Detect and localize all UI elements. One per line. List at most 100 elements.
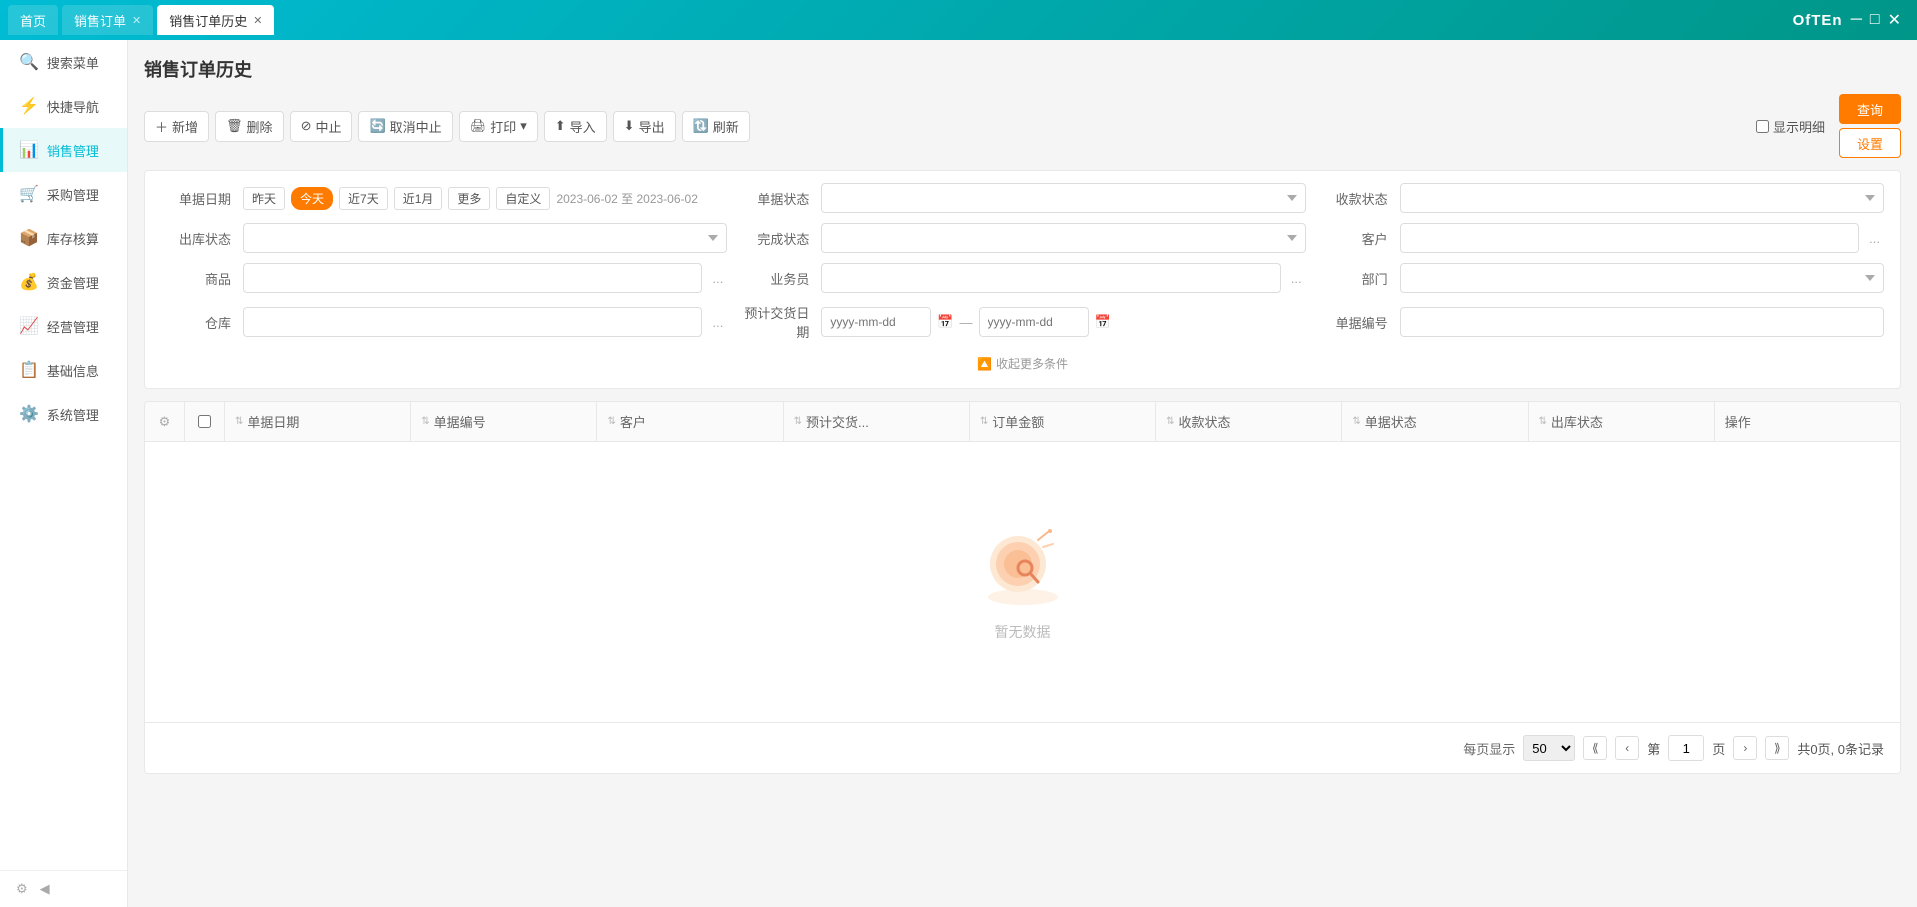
last-page-btn[interactable]: ⟫: [1765, 736, 1789, 760]
tab-home[interactable]: 首页: [8, 5, 58, 35]
th-payment-status[interactable]: ⇅ 收款状态: [1156, 402, 1342, 441]
select-all-checkbox[interactable]: [198, 415, 211, 428]
salesperson-input[interactable]: [821, 263, 1280, 293]
filter-row-1: 单据日期 昨天 今天 近7天 近1月 更多 自定义 2023-06-02 至 2…: [161, 183, 1884, 213]
cancel-stop-button[interactable]: 🔄 取消中止: [358, 111, 452, 142]
bill-no-input[interactable]: [1400, 307, 1884, 337]
salesperson-ellipsis[interactable]: ...: [1287, 271, 1306, 286]
product-filter-label: 商品: [161, 269, 231, 288]
table-settings-btn[interactable]: ⚙: [145, 402, 185, 441]
sidebar-item-system-mgmt-label: 系统管理: [47, 405, 99, 424]
th-bill-sort-icon: ⇅: [1352, 416, 1360, 427]
add-button[interactable]: ＋ 新增: [144, 111, 209, 142]
tab-sales-order-close[interactable]: ✕: [132, 14, 141, 27]
warehouse-status-select[interactable]: [243, 223, 727, 253]
sidebar-collapse-icon[interactable]: ◀: [40, 881, 50, 897]
calendar-to-icon[interactable]: 📅: [1095, 314, 1111, 330]
collapse-filter-btn[interactable]: 🔼 收起更多条件: [161, 351, 1884, 376]
th-operation: 操作: [1715, 402, 1900, 441]
query-button[interactable]: 查询: [1839, 94, 1901, 124]
th-bill-date[interactable]: ⇅ 单据日期: [225, 402, 411, 441]
setting-button[interactable]: 设置: [1839, 128, 1901, 158]
tab-home-label: 首页: [20, 11, 46, 30]
sidebar-item-ops-mgmt[interactable]: 📈 经营管理: [0, 304, 127, 348]
th-warehouse-status[interactable]: ⇅ 出库状态: [1529, 402, 1715, 441]
delivery-date-to[interactable]: [979, 307, 1089, 337]
cancel-stop-label: 取消中止: [390, 117, 442, 136]
date-btn-today[interactable]: 今天: [291, 187, 333, 210]
sidebar-item-finance[interactable]: 💰 资金管理: [0, 260, 127, 304]
tab-sales-history-close[interactable]: ✕: [253, 14, 262, 27]
export-button[interactable]: ⬇ 导出: [613, 111, 676, 142]
sidebar-item-search-menu[interactable]: 🔍 搜索菜单: [0, 40, 127, 84]
page-word: 第: [1647, 739, 1660, 758]
calendar-from-icon[interactable]: 📅: [937, 314, 953, 330]
date-btn-last1m[interactable]: 近1月: [394, 187, 443, 210]
sidebar-item-sales-mgmt[interactable]: 📊 销售管理: [0, 128, 127, 172]
bill-status-select[interactable]: [821, 183, 1305, 213]
filter-row-3: 商品 ... 业务员 ... 部门: [161, 263, 1884, 293]
th-bill-no-label: 单据编号: [434, 412, 486, 431]
complete-status-select[interactable]: [821, 223, 1305, 253]
print-icon: 🖨: [470, 118, 487, 134]
system-mgmt-icon: ⚙️: [19, 404, 39, 424]
customer-input[interactable]: [1400, 223, 1859, 253]
date-btn-custom[interactable]: 自定义: [496, 187, 550, 210]
date-btn-last7[interactable]: 近7天: [339, 187, 388, 210]
sidebar-item-search-menu-label: 搜索菜单: [47, 53, 99, 72]
th-delivery-date[interactable]: ⇅ 预计交货...: [784, 402, 970, 441]
prev-page-btn[interactable]: ‹: [1615, 736, 1639, 760]
sidebar-item-basic-info[interactable]: 📋 基础信息: [0, 348, 127, 392]
payment-status-select[interactable]: [1400, 183, 1884, 213]
window-minimize-icon[interactable]: ─: [1851, 11, 1862, 29]
warehouse-ellipsis[interactable]: ...: [708, 315, 727, 330]
delivery-date-from[interactable]: [821, 307, 931, 337]
window-close-icon[interactable]: ✕: [1888, 10, 1901, 30]
brand-text: OfTEn: [1793, 12, 1843, 29]
product-ellipsis[interactable]: ...: [708, 271, 727, 286]
product-input[interactable]: [243, 263, 702, 293]
print-button[interactable]: 🖨 打印 ▾: [459, 111, 538, 142]
date-btn-yesterday[interactable]: 昨天: [243, 187, 285, 210]
per-page-select[interactable]: 20 50 100: [1523, 735, 1575, 761]
show-details-checkbox[interactable]: [1756, 120, 1769, 133]
refresh-button[interactable]: 🔃 刷新: [682, 111, 750, 142]
date-filter-control: 昨天 今天 近7天 近1月 更多 自定义 2023-06-02 至 2023-0…: [243, 187, 727, 210]
th-order-amount[interactable]: ⇅ 订单金额: [970, 402, 1156, 441]
stop-button[interactable]: ⊘ 中止: [290, 111, 353, 142]
table-select-all[interactable]: [185, 402, 225, 441]
import-button[interactable]: ⬆ 导入: [544, 111, 607, 142]
customer-ellipsis[interactable]: ...: [1865, 231, 1884, 246]
first-page-btn[interactable]: ⟪: [1583, 736, 1607, 760]
th-customer[interactable]: ⇅ 客户: [597, 402, 783, 441]
window-maximize-icon[interactable]: □: [1870, 11, 1880, 29]
sidebar-item-system-mgmt[interactable]: ⚙️ 系统管理: [0, 392, 127, 436]
delete-button[interactable]: 🗑 删除: [215, 111, 284, 142]
dept-select[interactable]: [1400, 263, 1884, 293]
th-payment-status-label: 收款状态: [1178, 412, 1230, 431]
date-separator: —: [960, 315, 973, 330]
sidebar-item-quick-nav[interactable]: ⚡ 快捷导航: [0, 84, 127, 128]
page-input[interactable]: 1: [1668, 735, 1704, 761]
sidebar-item-purchase-mgmt[interactable]: 🛒 采购管理: [0, 172, 127, 216]
show-details-checkbox-label[interactable]: 显示明细: [1756, 117, 1825, 136]
th-payment-sort-icon: ⇅: [1166, 416, 1174, 427]
import-icon: ⬆: [555, 118, 566, 134]
date-btn-more[interactable]: 更多: [448, 187, 490, 210]
tab-sales-order[interactable]: 销售订单 ✕: [62, 5, 153, 35]
th-bill-status[interactable]: ⇅ 单据状态: [1342, 402, 1528, 441]
stop-label: 中止: [315, 117, 341, 136]
payment-status-label: 收款状态: [1318, 189, 1388, 208]
filter-row-2: 出库状态 完成状态 客户 ...: [161, 223, 1884, 253]
data-table: ⚙ ⇅ 单据日期 ⇅ 单据编号 ⇅ 客户 ⇅ 预计交货.: [144, 401, 1901, 774]
warehouse-input[interactable]: [243, 307, 702, 337]
payment-status-control: [1400, 183, 1884, 213]
th-bill-no[interactable]: ⇅ 单据编号: [411, 402, 597, 441]
sidebar-settings-icon[interactable]: ⚙: [16, 881, 28, 897]
tab-sales-order-label: 销售订单: [74, 11, 126, 30]
th-operation-label: 操作: [1725, 412, 1751, 431]
next-page-btn[interactable]: ›: [1733, 736, 1757, 760]
finance-icon: 💰: [19, 272, 39, 292]
sidebar-item-inventory[interactable]: 📦 库存核算: [0, 216, 127, 260]
tab-sales-history[interactable]: 销售订单历史 ✕: [157, 5, 274, 35]
